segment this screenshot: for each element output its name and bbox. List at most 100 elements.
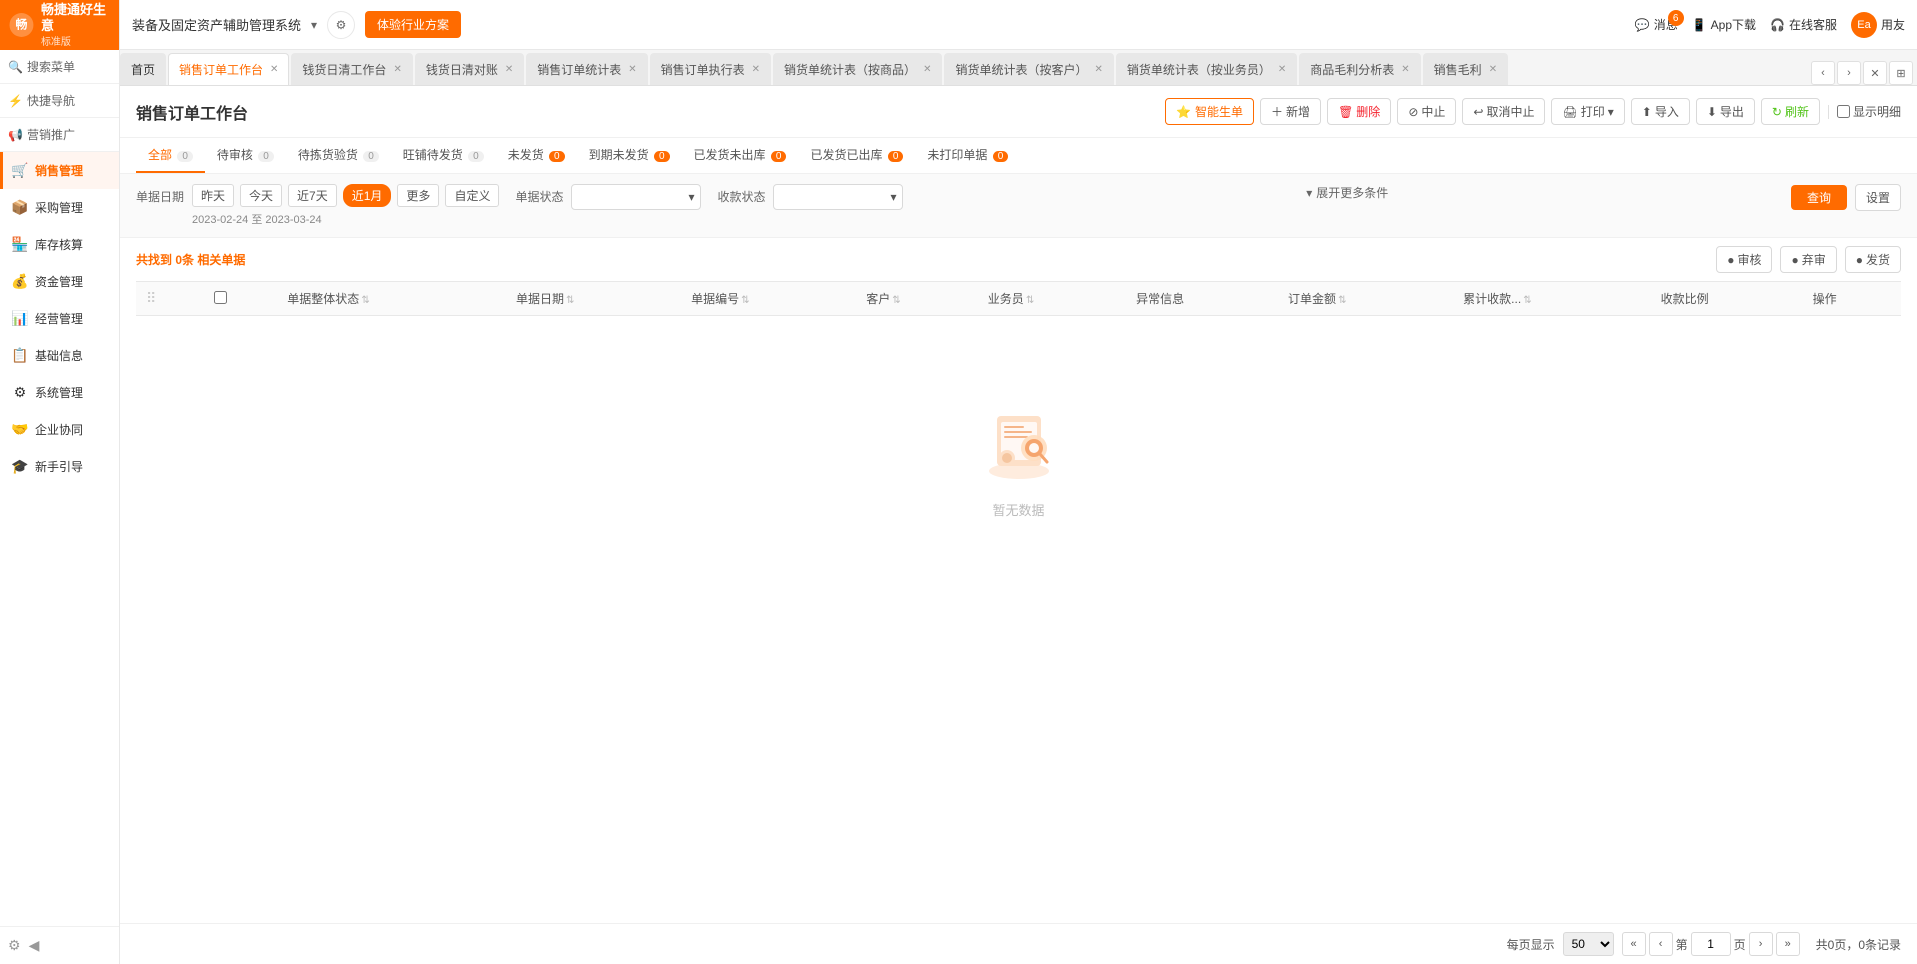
import-btn[interactable]: ⬆ 导入 xyxy=(1631,98,1690,125)
tab-close-sales-profit[interactable]: ✕ xyxy=(1489,64,1497,75)
sidebar-item-purchase[interactable]: 📦 采购管理 xyxy=(0,189,119,226)
user-area[interactable]: Ea 用友 xyxy=(1851,12,1905,38)
first-page-btn[interactable]: « xyxy=(1622,932,1646,956)
sidebar-promo[interactable]: 📢 营销推广 xyxy=(0,118,119,152)
sub-tab-unprinted[interactable]: 未打印单据 0 xyxy=(915,138,1020,173)
tab-close-gross-margin[interactable]: ✕ xyxy=(1401,64,1409,75)
refresh-btn[interactable]: ↻ 刷新 xyxy=(1761,98,1820,125)
tab-close-sales-order-exec[interactable]: ✕ xyxy=(752,64,760,75)
service-btn[interactable]: 🎧 在线客服 xyxy=(1770,16,1837,33)
date-filter-btn-昨天[interactable]: 昨天 xyxy=(192,184,234,207)
tab-sales-order-stat[interactable]: 销售订单统计表✕ xyxy=(526,53,647,85)
tab-close-cash-daily[interactable]: ✕ xyxy=(393,64,401,75)
tab-sales-stat-prod[interactable]: 销货单统计表（按商品） ✕ xyxy=(773,53,942,85)
sidebar-item-finance[interactable]: 💰 资金管理 xyxy=(0,263,119,300)
add-btn[interactable]: ＋ 新增 xyxy=(1260,98,1321,125)
th-date[interactable]: 单据日期⇅ xyxy=(506,282,681,316)
sub-tab-pending-review[interactable]: 待审核 0 xyxy=(205,138,286,173)
sidebar-item-basic[interactable]: 📋 基础信息 xyxy=(0,337,119,374)
tab-scroll-left[interactable]: ‹ xyxy=(1811,61,1835,85)
cancel-stop-btn[interactable]: ↩ 取消中止 xyxy=(1462,98,1545,125)
tab-sales-stat-emp[interactable]: 销货单统计表（按业务员）✕ xyxy=(1116,53,1297,85)
sidebar-item-sales[interactable]: 🛒 销售管理 xyxy=(0,152,119,189)
sidebar-quicknav[interactable]: ⚡ 快捷导航 xyxy=(0,84,119,118)
batch-ship-btn[interactable]: ● 发货 xyxy=(1845,246,1901,273)
app-download-btn[interactable]: 📱 App下载 xyxy=(1692,16,1756,33)
tab-close-sales-stat-emp[interactable]: ✕ xyxy=(1278,64,1286,75)
date-filter-btn-近7天[interactable]: 近7天 xyxy=(288,184,337,207)
sidebar-item-guide[interactable]: 🎓 新手引导 xyxy=(0,448,119,485)
next-page-btn[interactable]: › xyxy=(1749,932,1773,956)
expand-more-btn[interactable]: ▾ 展开更多条件 xyxy=(1306,184,1388,201)
sub-tab-shipped-out[interactable]: 已发货已出库 0 xyxy=(798,138,915,173)
sub-tab-unshipped[interactable]: 未发货 0 xyxy=(496,138,577,173)
sub-tab-wangpu-pending[interactable]: 旺铺待发货 0 xyxy=(391,138,496,173)
sales-icon: 🛒 xyxy=(11,162,29,179)
tab-close-sales-stat-prod[interactable]: ✕ xyxy=(923,64,931,75)
query-btn[interactable]: 查询 xyxy=(1791,185,1847,210)
tab-sales-stat-cust[interactable]: 销货单统计表（按客户）✕ xyxy=(944,53,1113,85)
date-filter-btn-更多[interactable]: 更多 xyxy=(397,184,439,207)
sidebar-item-system[interactable]: ⚙ 系统管理 xyxy=(0,374,119,411)
stop-btn[interactable]: ⊘ 中止 xyxy=(1397,98,1456,125)
sub-tab-label-all: 全部 xyxy=(148,148,172,162)
page-size-select[interactable]: 2050100 xyxy=(1563,932,1614,956)
settings-icon[interactable]: ⚙ xyxy=(8,937,21,954)
date-filter-btn-自定义[interactable]: 自定义 xyxy=(445,184,499,207)
th-salesman[interactable]: 业务员⇅ xyxy=(978,282,1126,316)
sub-tab-label-wangpu-pending: 旺铺待发货 xyxy=(403,148,463,162)
topbar-settings-btn[interactable]: ⚙ xyxy=(327,11,355,39)
export-btn[interactable]: ⬇ 导出 xyxy=(1696,98,1755,125)
date-filter-btn-近1月[interactable]: 近1月 xyxy=(343,184,392,207)
last-page-btn[interactable]: » xyxy=(1776,932,1800,956)
th-number[interactable]: 单据编号⇅ xyxy=(681,282,856,316)
payment-select[interactable]: ▾ xyxy=(773,184,903,210)
smart-gen-btn[interactable]: ⭐ 智能生单 xyxy=(1165,98,1254,125)
tab-close-sales-order-stat[interactable]: ✕ xyxy=(628,64,636,75)
tab-cash-daily[interactable]: 钱货日清工作台✕ xyxy=(291,53,412,85)
tab-sales-order-exec[interactable]: 销售订单执行表✕ xyxy=(650,53,771,85)
tab-sales-profit[interactable]: 销售毛利✕ xyxy=(1423,53,1508,85)
tab-cash-reconcile[interactable]: 钱货日清对账✕ xyxy=(415,53,524,85)
prev-page-btn[interactable]: ‹ xyxy=(1649,932,1673,956)
tab-close-cash-reconcile[interactable]: ✕ xyxy=(505,64,513,75)
payment-filter-label: 收款状态 xyxy=(717,184,765,205)
th-amount[interactable]: 订单金额⇅ xyxy=(1278,282,1453,316)
date-filter-btn-今天[interactable]: 今天 xyxy=(240,184,282,207)
tab-scroll-right[interactable]: › xyxy=(1837,61,1861,85)
set-btn[interactable]: 设置 xyxy=(1855,184,1901,211)
industry-btn[interactable]: 体验行业方案 xyxy=(365,11,461,38)
sub-tab-pending-inspect[interactable]: 待拣货验货 0 xyxy=(286,138,391,173)
sub-tab-all[interactable]: 全部 0 xyxy=(136,138,205,173)
show-detail-label[interactable]: 显示明细 xyxy=(1837,103,1901,120)
collapse-icon[interactable]: ◀ xyxy=(29,937,40,954)
page-num-input[interactable] xyxy=(1691,932,1731,956)
sub-tab-overdue-unshipped[interactable]: 到期未发货 0 xyxy=(577,138,682,173)
sub-tab-badge-overdue-unshipped: 0 xyxy=(654,151,670,162)
tab-sales-workbench[interactable]: 销售订单工作台✕ xyxy=(168,53,289,85)
th-customer[interactable]: 客户⇅ xyxy=(856,282,978,316)
th-collected[interactable]: 累计收款...⇅ xyxy=(1453,282,1650,316)
select-all-checkbox[interactable] xyxy=(214,291,227,304)
delete-btn[interactable]: 🗑 删除 xyxy=(1327,98,1391,125)
sidebar-item-inventory[interactable]: 🏪 库存核算 xyxy=(0,226,119,263)
th-status[interactable]: 单据整体状态⇅ xyxy=(277,282,506,316)
batch-review-btn[interactable]: ● 审核 xyxy=(1716,246,1772,273)
sidebar-item-operation[interactable]: 📊 经营管理 xyxy=(0,300,119,337)
print-btn[interactable]: 🖨 打印 ▾ xyxy=(1551,98,1624,125)
tab-close-sales-stat-cust[interactable]: ✕ xyxy=(1094,64,1102,75)
message-btn[interactable]: 💬 消息 6 xyxy=(1635,16,1678,33)
tab-close-all[interactable]: ✕ xyxy=(1863,61,1887,85)
show-detail-checkbox[interactable] xyxy=(1837,105,1850,118)
tab-maximize[interactable]: ⊞ xyxy=(1889,61,1913,85)
batch-unreviewed-btn[interactable]: ● 弃审 xyxy=(1780,246,1836,273)
tab-close-sales-workbench[interactable]: ✕ xyxy=(270,64,278,75)
tab-label-sales-stat-prod: 销货单统计表（按商品） xyxy=(784,61,916,78)
sidebar-search[interactable]: 🔍 搜索菜单 xyxy=(0,50,119,84)
tab-home[interactable]: 首页 xyxy=(120,53,166,85)
sub-tab-shipped-not-out[interactable]: 已发货未出库 0 xyxy=(682,138,799,173)
sidebar-item-coop[interactable]: 🤝 企业协同 xyxy=(0,411,119,448)
status-select[interactable]: ▾ xyxy=(571,184,701,210)
tab-gross-margin[interactable]: 商品毛利分析表✕ xyxy=(1299,53,1420,85)
topbar-dropdown-icon[interactable]: ▾ xyxy=(311,18,317,32)
